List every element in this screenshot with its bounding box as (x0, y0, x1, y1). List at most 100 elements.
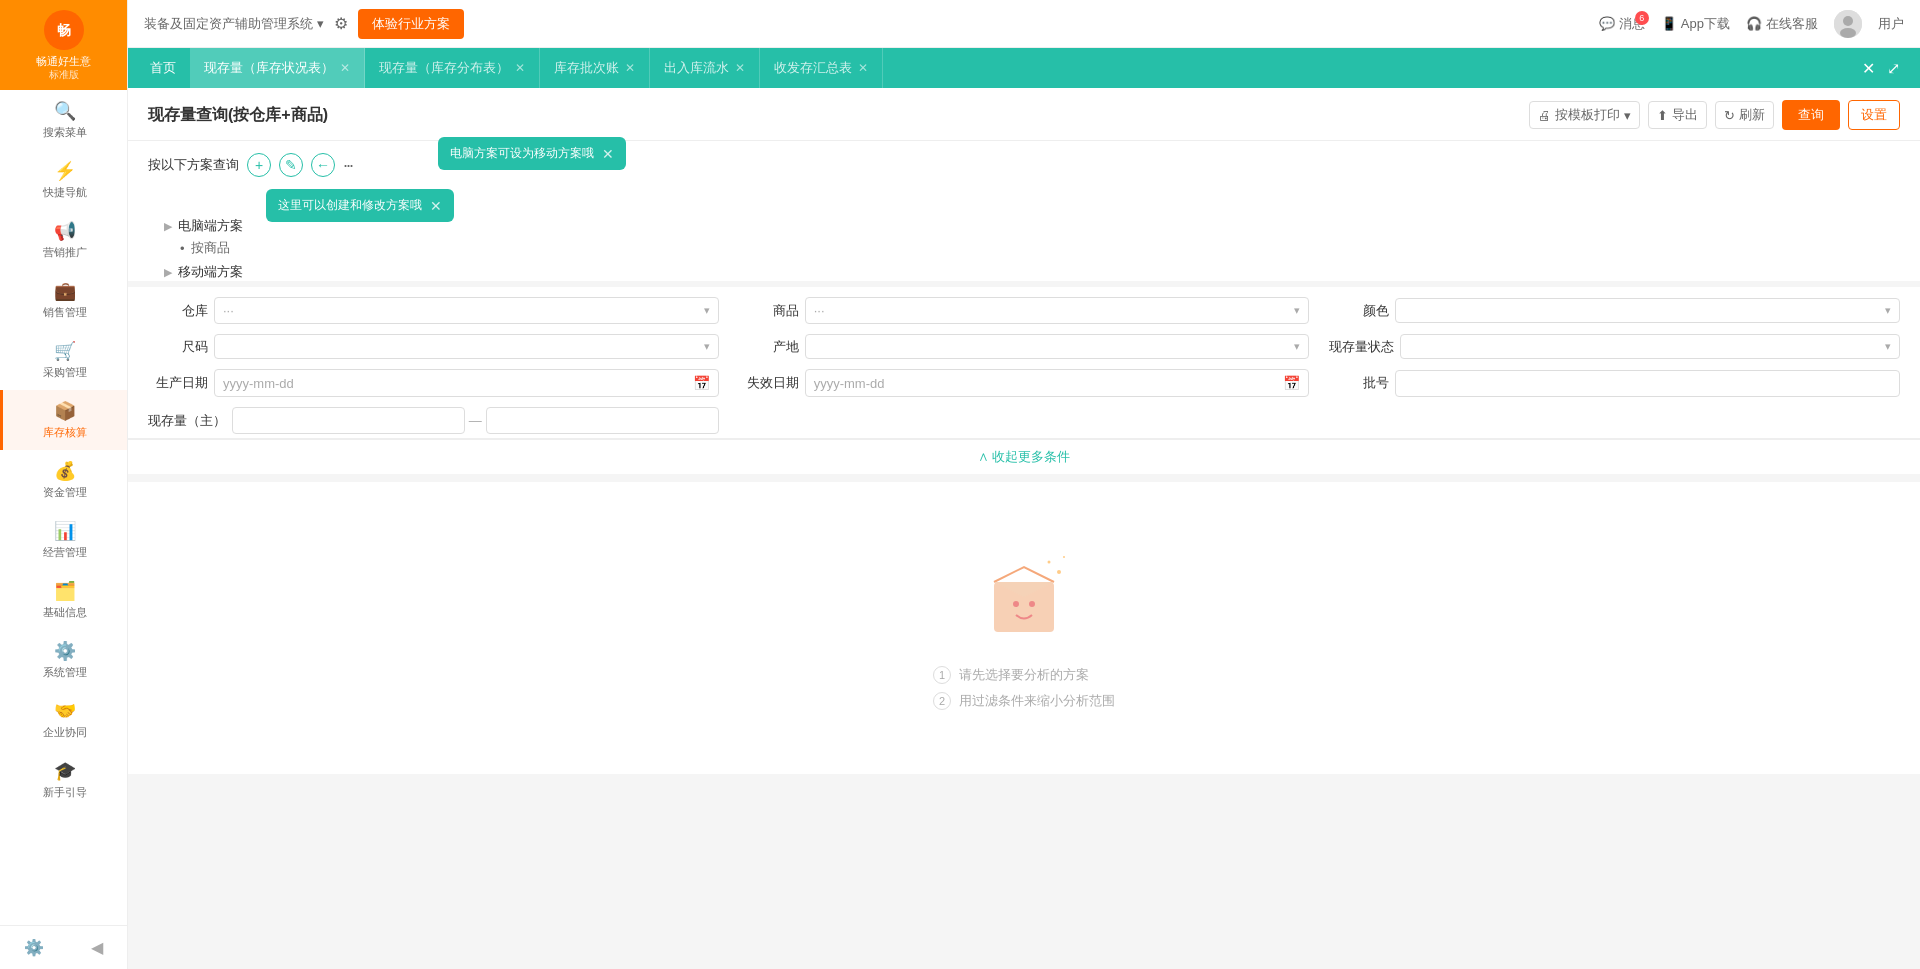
color-select-arrow: ▾ (1885, 304, 1891, 317)
sales-icon: 💼 (54, 280, 76, 302)
notification-action[interactable]: 💬 消息 6 (1599, 15, 1645, 33)
logo-text: 畅通好生意 (36, 54, 91, 68)
field-stock-status: 现存量状态 ▾ (1329, 334, 1900, 359)
notification-badge-count: 6 (1635, 11, 1649, 25)
field-batch: 批号 (1329, 369, 1900, 397)
field-product-select[interactable]: ··· ▾ (805, 297, 1310, 324)
scheme-group-pc: ▶ 电脑端方案 • 按商品 (164, 217, 1900, 257)
filter-section: 按以下方案查询 + ✎ ← ··· 电脑方案可设为移动方案哦 ✕ 这里可以创建和… (128, 141, 1920, 281)
filter-edit-btn[interactable]: ✎ (279, 153, 303, 177)
tab-batch-account[interactable]: 库存批次账 ✕ (540, 48, 650, 88)
sidebar-item-purchase-label: 采购管理 (43, 365, 87, 380)
sidebar-item-search[interactable]: 🔍 搜索菜单 (0, 90, 127, 150)
scheme-group-mobile-header[interactable]: ▶ 移动端方案 (164, 263, 1900, 281)
page-content: 现存量查询(按仓库+商品) 🖨 按模板打印 ▾ ⬆ 导出 ↻ 刷新 (128, 88, 1920, 969)
tab-controls: ✕ ⤢ (1850, 48, 1912, 88)
system-selector[interactable]: 装备及固定资产辅助管理系统 ▾ (144, 15, 324, 33)
field-origin-select[interactable]: ▾ (805, 334, 1310, 359)
tooltip-scheme: 电脑方案可设为移动方案哦 ✕ (438, 137, 626, 170)
industry-button[interactable]: 体验行业方案 (358, 9, 464, 39)
sidebar-item-basic-label: 基础信息 (43, 605, 87, 620)
svg-point-4 (1840, 28, 1856, 38)
field-color-select[interactable]: ▾ (1395, 298, 1900, 323)
tab-home[interactable]: 首页 (136, 48, 190, 88)
refresh-btn[interactable]: ↻ 刷新 (1715, 101, 1774, 129)
field-size-select[interactable]: ▾ (214, 334, 719, 359)
field-warehouse-select[interactable]: ··· ▾ (214, 297, 719, 324)
sidebar-item-finance[interactable]: 💰 资金管理 (0, 450, 127, 510)
field-origin: 产地 ▾ (739, 334, 1310, 359)
tab-close-all-btn[interactable]: ✕ (1858, 55, 1879, 82)
sidebar-item-purchase[interactable]: 🛒 采购管理 (0, 330, 127, 390)
empty-steps: 1 请先选择要分析的方案 2 用过滤条件来缩小分析范围 (933, 662, 1115, 714)
tab-collect-summary[interactable]: 收发存汇总表 ✕ (760, 48, 883, 88)
main-area: 装备及固定资产辅助管理系统 ▾ ⚙ 体验行业方案 💬 消息 6 📱 App下载 … (128, 0, 1920, 969)
tooltip-scheme-close[interactable]: ✕ (602, 146, 614, 162)
gear-button[interactable]: ⚙ (334, 14, 348, 33)
field-warehouse: 仓库 ··· ▾ (148, 297, 719, 324)
field-stock-status-select[interactable]: ▾ (1400, 334, 1900, 359)
tab-stock-status-close[interactable]: ✕ (340, 61, 350, 75)
sidebar-item-inventory[interactable]: 📦 库存核算 (0, 390, 127, 450)
print-btn[interactable]: 🖨 按模板打印 ▾ (1529, 101, 1640, 129)
app-download-action[interactable]: 📱 App下载 (1661, 15, 1730, 33)
sidebar-item-marketing[interactable]: 📢 营销推广 (0, 210, 127, 270)
filter-header: 按以下方案查询 + ✎ ← ··· 电脑方案可设为移动方案哦 ✕ (148, 153, 1900, 177)
tab-batch-account-close[interactable]: ✕ (625, 61, 635, 75)
sidebar-item-operations[interactable]: 📊 经营管理 (0, 510, 127, 570)
sidebar-item-system[interactable]: ⚙️ 系统管理 (0, 630, 127, 690)
collapse-btn[interactable]: ∧ 收起更多条件 (128, 439, 1920, 474)
sidebar-collapse-btn[interactable]: ◀ (83, 934, 111, 961)
user-name[interactable]: 用户 (1878, 15, 1904, 33)
svg-point-3 (1843, 16, 1853, 26)
sidebar-item-sales[interactable]: 💼 销售管理 (0, 270, 127, 330)
size-select-arrow: ▾ (704, 340, 710, 353)
sidebar-item-quicknav[interactable]: ⚡ 快捷导航 (0, 150, 127, 210)
tooltip-create: 这里可以创建和修改方案哦 ✕ (266, 189, 454, 222)
guide-icon: 🎓 (54, 760, 76, 782)
scheme-item-product[interactable]: • 按商品 (180, 239, 1900, 257)
field-expire-date-input[interactable]: yyyy-mm-dd 📅 (805, 369, 1310, 397)
sidebar-item-guide[interactable]: 🎓 新手引导 (0, 750, 127, 810)
field-stock-qty: 现存量（主） — (148, 407, 719, 434)
tab-inout-flow-close[interactable]: ✕ (735, 61, 745, 75)
tab-expand-btn[interactable]: ⤢ (1883, 55, 1904, 82)
field-batch-label: 批号 (1329, 374, 1389, 392)
field-color: 颜色 ▾ (1329, 297, 1900, 324)
quicknav-icon: ⚡ (54, 160, 76, 182)
origin-select-arrow: ▾ (1294, 340, 1300, 353)
field-product: 商品 ··· ▾ (739, 297, 1310, 324)
scheme-tree: ▶ 电脑端方案 • 按商品 ▶ 移动端方案 (164, 217, 1900, 281)
sidebar-item-enterprise[interactable]: 🤝 企业协同 (0, 690, 127, 750)
filter-arrow-btn[interactable]: ← (311, 153, 335, 177)
logo-area: 畅 畅通好生意 标准版 (0, 0, 127, 90)
sidebar-settings-btn[interactable]: ⚙️ (16, 934, 52, 961)
filter-add-btn[interactable]: + (247, 153, 271, 177)
tab-stock-status[interactable]: 现存量（库存状况表） ✕ (190, 48, 365, 88)
settings-button[interactable]: 设置 (1848, 100, 1900, 130)
field-batch-input[interactable] (1395, 370, 1900, 397)
tab-inout-flow[interactable]: 出入库流水 ✕ (650, 48, 760, 88)
field-stock-status-label: 现存量状态 (1329, 338, 1394, 356)
field-produce-date-input[interactable]: yyyy-mm-dd 📅 (214, 369, 719, 397)
svg-point-6 (1013, 601, 1019, 607)
export-btn[interactable]: ⬆ 导出 (1648, 101, 1707, 129)
support-icon: 🎧 (1746, 16, 1762, 31)
tooltip-create-close[interactable]: ✕ (430, 198, 442, 214)
page-actions: 🖨 按模板打印 ▾ ⬆ 导出 ↻ 刷新 查询 设置 (1529, 100, 1900, 130)
tab-stock-dist-close[interactable]: ✕ (515, 61, 525, 75)
field-product-label: 商品 (739, 302, 799, 320)
header-right: 💬 消息 6 📱 App下载 🎧 在线客服 用户 (1599, 10, 1904, 38)
sidebar-item-basic[interactable]: 🗂️ 基础信息 (0, 570, 127, 630)
search-button[interactable]: 查询 (1782, 100, 1840, 130)
refresh-label: 刷新 (1739, 106, 1765, 124)
tab-stock-dist[interactable]: 现存量（库存分布表） ✕ (365, 48, 540, 88)
field-stock-qty-min[interactable] (232, 407, 465, 434)
stock-range-sep: — (469, 413, 482, 428)
field-stock-qty-max[interactable] (486, 407, 719, 434)
online-support-action[interactable]: 🎧 在线客服 (1746, 15, 1818, 33)
empty-step-1: 1 请先选择要分析的方案 (933, 662, 1115, 688)
empty-illustration (974, 542, 1074, 642)
tab-collect-summary-close[interactable]: ✕ (858, 61, 868, 75)
warehouse-select-arrow: ▾ (704, 304, 710, 317)
